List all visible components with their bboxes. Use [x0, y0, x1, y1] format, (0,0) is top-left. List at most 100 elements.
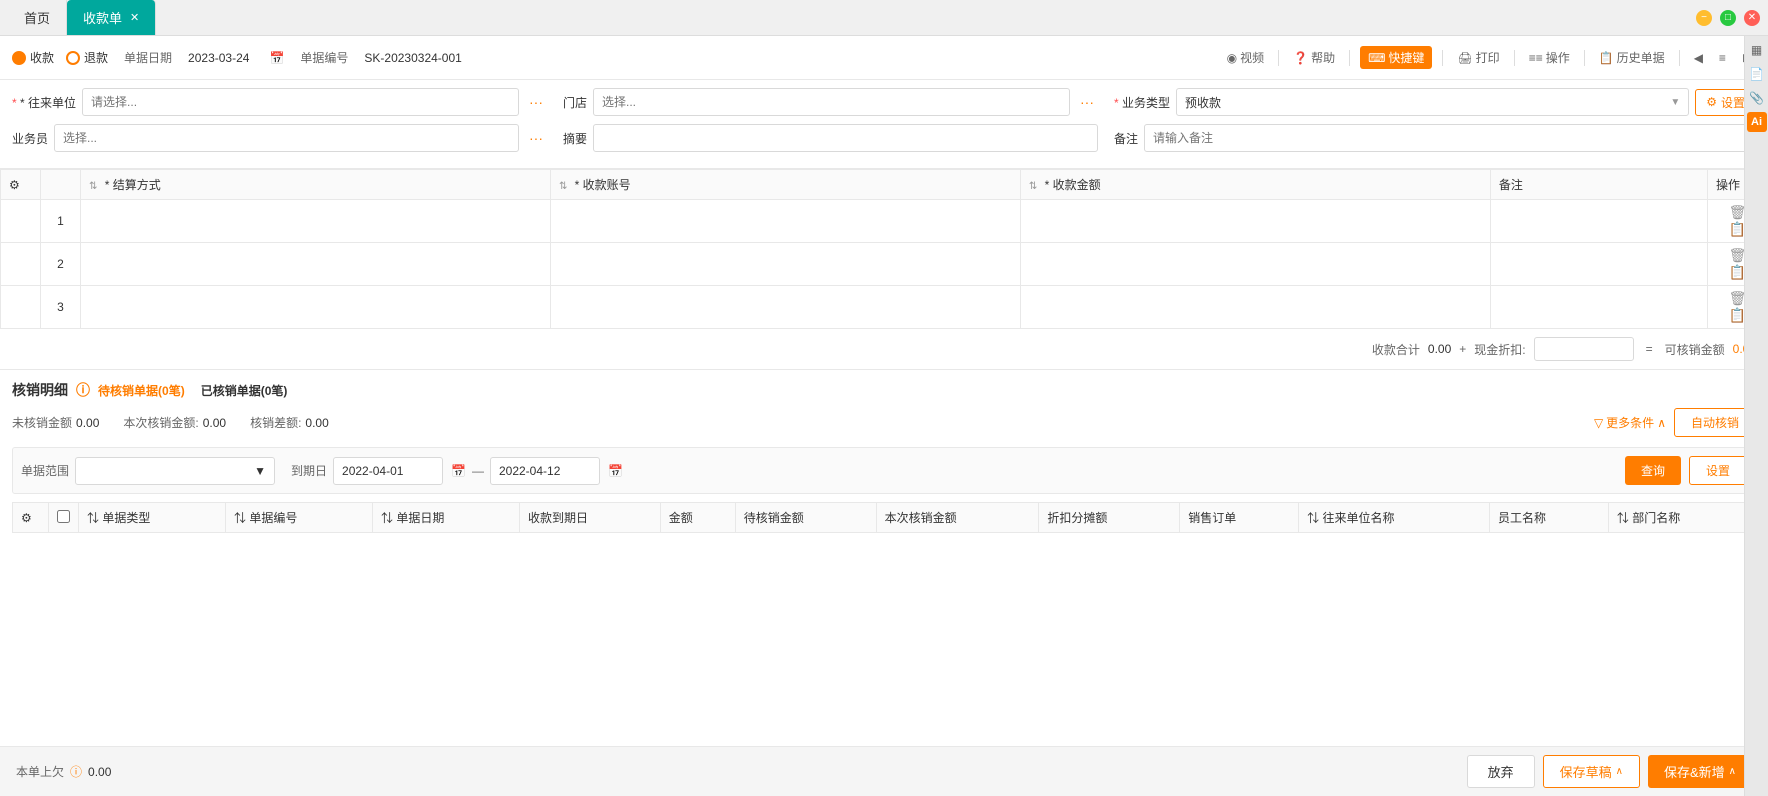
partner-more-button[interactable]: ··· [525, 94, 547, 110]
due-date-header: 收款到期日 [519, 503, 660, 533]
panel-table-icon[interactable]: ▦ [1747, 40, 1767, 60]
footer-left: 本单上欠 ⓘ 0.00 [16, 763, 111, 780]
remark-input[interactable] [1144, 124, 1756, 152]
bottom-gear-header[interactable]: ⚙ [13, 503, 49, 533]
help-button[interactable]: ❓ 帮助 [1289, 47, 1339, 68]
row-settle-cell[interactable] [81, 200, 551, 243]
info-icon[interactable]: ⓘ [76, 380, 90, 400]
staff-input[interactable] [54, 124, 519, 152]
row-amount-cell[interactable] [1020, 286, 1490, 329]
panel-ai-icon[interactable]: Ai [1747, 112, 1767, 132]
filter-icon: ▽ [1594, 416, 1603, 430]
chevron-down-icon: ▼ [1670, 97, 1680, 108]
row-remark-cell[interactable] [1490, 200, 1707, 243]
table-account-header: ⇅ * 收款账号 [550, 170, 1020, 200]
discard-button[interactable]: 放弃 [1467, 755, 1535, 788]
divider-5 [1584, 50, 1585, 66]
store-field: 门店 ··· [563, 88, 1098, 116]
row-account-cell[interactable] [550, 200, 1020, 243]
date-dash: — [472, 464, 484, 478]
more-conditions-link[interactable]: ▽ 更多条件 ∧ [1594, 414, 1666, 431]
bill-date-header: ⇅ 单据日期 [372, 503, 519, 533]
bill-no-header: ⇅ 单据编号 [225, 503, 372, 533]
table-row: 3 🗑 📋 [1, 286, 1768, 329]
window-close-button[interactable]: ✕ [1744, 10, 1760, 26]
divider-6 [1679, 50, 1680, 66]
panel-clip-icon[interactable]: 📎 [1747, 88, 1767, 108]
window-maximize-button[interactable]: □ [1720, 10, 1736, 26]
staff-more-button[interactable]: ··· [525, 130, 547, 146]
table-amount-header: ⇅ * 收款金额 [1020, 170, 1490, 200]
row-settle-cell[interactable] [81, 286, 551, 329]
this-period-label: 本单上欠 [16, 763, 64, 780]
staff-label: 业务员 [12, 130, 48, 147]
toolbar: 收款 退款 单据日期 2023-03-24 📅 单据编号 SK-20230324… [0, 36, 1768, 80]
bill-type-header: ⇅ 单据类型 [79, 503, 226, 533]
partner-input[interactable] [82, 88, 519, 116]
radio-receipt[interactable]: 收款 [12, 49, 54, 66]
history-button[interactable]: 📋 历史单据 [1595, 47, 1669, 68]
row-settle-cell[interactable] [81, 243, 551, 286]
prev-icon: ◀ [1694, 51, 1703, 65]
section-title: 核销明细 ⓘ 待核销单据(0笔) 已核销单据(0笔) [12, 380, 1756, 400]
row-remark-cell[interactable] [1490, 243, 1707, 286]
select-all-checkbox[interactable] [57, 510, 70, 523]
due-date-label: 到期日 [291, 462, 327, 479]
row-remark-cell[interactable] [1490, 286, 1707, 329]
panel-doc-icon[interactable]: 📄 [1747, 64, 1767, 84]
save-draft-button[interactable]: 保存草稿 ∧ [1543, 755, 1640, 788]
footer: 本单上欠 ⓘ 0.00 放弃 保存草稿 ∧ 保存&新增 ∧ [0, 746, 1768, 796]
print-label: 打印 [1476, 49, 1500, 66]
prev-button[interactable]: ◀ [1690, 49, 1707, 67]
radio-refund[interactable]: 退款 [66, 49, 108, 66]
due-date-end-input[interactable] [490, 457, 600, 485]
print-button[interactable]: 🖨 打印 [1453, 47, 1503, 68]
help-icon: ❓ [1293, 51, 1308, 65]
unchecked-stat: 未核销金额 0.00 [12, 414, 99, 431]
biz-type-select[interactable]: 预收款 ▼ [1176, 88, 1689, 116]
shortcut-button[interactable]: ⌨ 快捷键 [1360, 46, 1432, 69]
save-draft-chevron-icon: ∧ [1616, 766, 1623, 777]
completed-tab[interactable]: 已核销单据(0笔) [201, 382, 288, 399]
range-select[interactable]: ▼ [75, 457, 275, 485]
row-account-cell[interactable] [550, 286, 1020, 329]
row-amount-cell[interactable] [1020, 200, 1490, 243]
nuclear-title: 核销明细 [12, 380, 68, 400]
list-view-button[interactable]: ≡ [1715, 49, 1730, 67]
tab-receipt[interactable]: 收款单 ✕ [67, 0, 156, 35]
footer-actions: 放弃 保存草稿 ∧ 保存&新增 ∧ [1467, 755, 1752, 788]
tab-close-icon[interactable]: ✕ [130, 11, 139, 24]
row-amount-cell[interactable] [1020, 243, 1490, 286]
table-num-header [41, 170, 81, 200]
table-area: ⚙ ⇅ * 结算方式 ⇅ * 收款账号 ⇅ * 收款金额 [0, 169, 1768, 329]
settings-icon: ⚙ [1706, 95, 1717, 109]
window-minimize-button[interactable]: − [1696, 10, 1712, 26]
due-date-start-input[interactable] [333, 457, 443, 485]
summary-row: 收款合计 0.00 + 现金折扣: = 可核销金额 0.00 [0, 329, 1768, 370]
bottom-checkbox-header [49, 503, 79, 533]
discount-input[interactable] [1534, 337, 1634, 361]
store-label: 门店 [563, 94, 587, 111]
calendar-icon[interactable]: 📅 [269, 51, 284, 65]
row-account-cell[interactable] [550, 243, 1020, 286]
bill-no-value: SK-20230324-001 [364, 51, 461, 65]
store-input[interactable] [593, 88, 1070, 116]
row-num-cell: 3 [41, 286, 81, 329]
staff-field: 业务员 ··· [12, 124, 547, 152]
summary-input[interactable] [593, 124, 1098, 152]
table-gear-header[interactable]: ⚙ [1, 170, 41, 200]
tab-home[interactable]: 首页 [8, 0, 67, 35]
settings-button[interactable]: 设置 [1689, 456, 1747, 485]
save-new-button[interactable]: 保存&新增 ∧ [1648, 755, 1752, 788]
calendar-start-icon[interactable]: 📅 [451, 464, 466, 478]
video-button[interactable]: ◉ 视频 [1223, 47, 1269, 68]
total-label: 收款合计 [1372, 341, 1420, 358]
operation-button[interactable]: ≡≡ 操作 [1525, 47, 1574, 68]
current-amount-header: 本次核销金额 [876, 503, 1039, 533]
calendar-end-icon[interactable]: 📅 [608, 464, 623, 478]
store-more-button[interactable]: ··· [1076, 94, 1098, 110]
footer-info-icon[interactable]: ⓘ [70, 763, 82, 780]
pending-tab[interactable]: 待核销单据(0笔) [98, 382, 185, 399]
form-row-1: * * 往来单位 ··· 门店 ··· * 业务类型 预收款 ▼ [12, 88, 1756, 116]
query-button[interactable]: 查询 [1625, 456, 1681, 485]
